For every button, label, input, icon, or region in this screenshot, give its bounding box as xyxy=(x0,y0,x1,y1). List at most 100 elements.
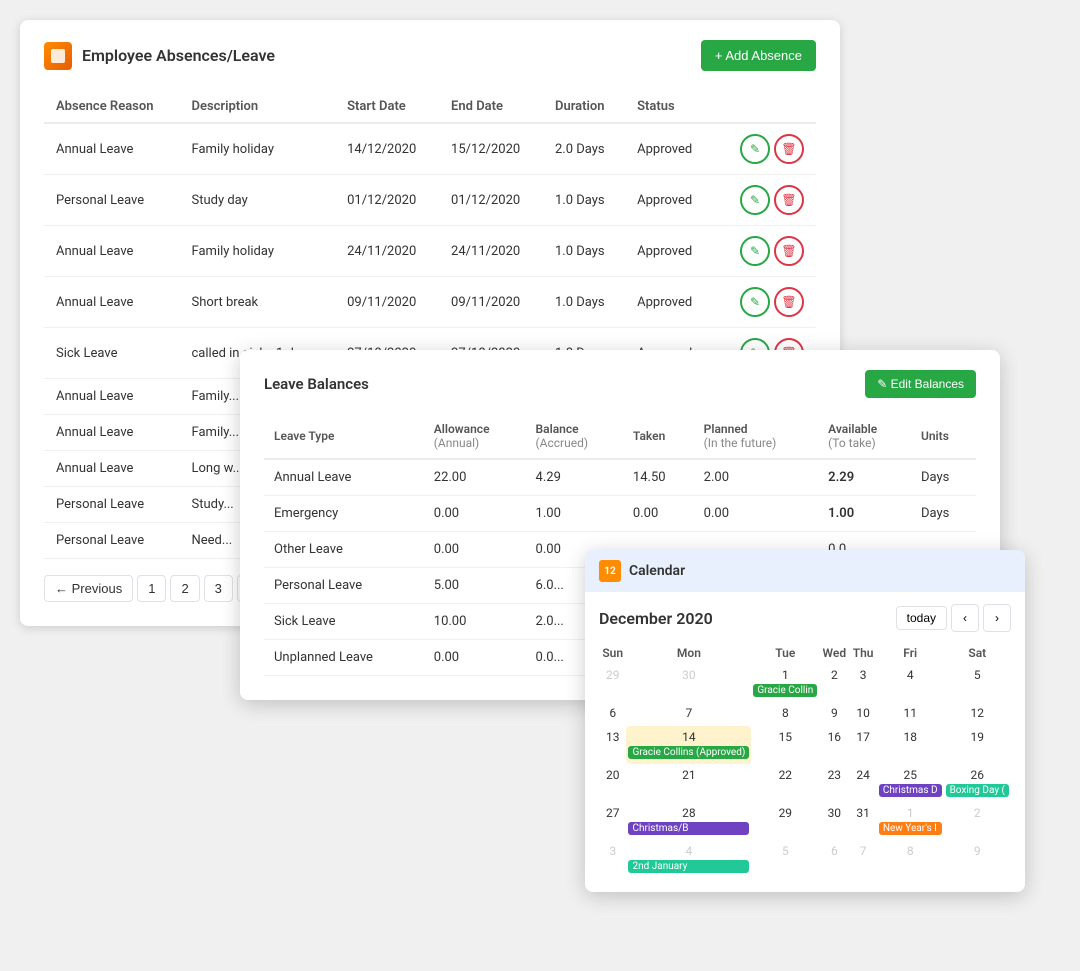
cal-day-header: Mon xyxy=(626,642,751,664)
cal-event[interactable]: 2nd January xyxy=(628,860,749,873)
cell-0: Annual Leave xyxy=(44,379,180,415)
add-absence-button[interactable]: + Add Absence xyxy=(701,40,816,71)
cal-day-cell: 18 xyxy=(877,726,944,764)
cell-5: Approved xyxy=(625,175,713,226)
lb-cell-1: 0.00 xyxy=(424,496,526,532)
cal-day-number: 21 xyxy=(628,768,749,782)
cal-day-number: 15 xyxy=(753,730,817,744)
page-3-button[interactable]: 3 xyxy=(204,575,233,602)
actions-cell: ✎ 🗑 xyxy=(713,277,816,328)
cal-day-cell: 29 xyxy=(751,802,819,840)
cal-day-cell: 13 xyxy=(599,726,626,764)
lb-cell-0: Annual Leave xyxy=(264,459,424,496)
lb-cell-5: 2.29 xyxy=(818,459,911,496)
cell-2: 14/12/2020 xyxy=(335,123,439,175)
cal-day-cell: 10 xyxy=(849,702,877,726)
cal-week-row: 342nd January56789 xyxy=(599,840,1011,878)
edit-button[interactable]: ✎ xyxy=(740,134,770,164)
lb-cell-1: 22.00 xyxy=(424,459,526,496)
cal-day-cell: 12 xyxy=(944,702,1011,726)
cal-event[interactable]: Gracie Collins (Approved) xyxy=(628,746,749,759)
cal-day-number: 30 xyxy=(821,806,847,820)
col-start-date: Start Date xyxy=(335,91,439,123)
lb-col-available: Available (To take) xyxy=(818,414,911,459)
cal-day-cell: 14Gracie Collins (Approved) xyxy=(626,726,751,764)
cal-day-header: Thu xyxy=(849,642,877,664)
calendar-prev-button[interactable]: ‹ xyxy=(951,604,979,632)
cell-0: Personal Leave xyxy=(44,487,180,523)
cal-event[interactable]: Boxing Day ( xyxy=(946,784,1009,797)
cal-event[interactable]: Christmas D xyxy=(879,784,942,797)
cal-day-cell: 3 xyxy=(599,840,626,878)
cell-1: Family holiday xyxy=(180,226,336,277)
col-description: Description xyxy=(180,91,336,123)
cal-day-cell: 23 xyxy=(819,764,849,802)
cal-day-number: 27 xyxy=(601,806,624,820)
cal-week-row: 202122232425Christmas D26Boxing Day ( xyxy=(599,764,1011,802)
col-end-date: End Date xyxy=(439,91,543,123)
cal-day-cell: 1New Year's l xyxy=(877,802,944,840)
cell-4: 1.0 Days xyxy=(543,226,625,277)
calendar-nav: December 2020 today ‹ › xyxy=(599,604,1011,632)
cell-0: Personal Leave xyxy=(44,175,180,226)
cal-day-cell: 30 xyxy=(819,802,849,840)
cal-day-cell: 1Gracie Collin xyxy=(751,664,819,702)
calendar-grid: SunMonTueWedThuFriSat 29301Gracie Collin… xyxy=(599,642,1011,878)
lb-cell-6: Days xyxy=(911,459,976,496)
cell-1: Short break xyxy=(180,277,336,328)
lb-cell-0: Unplanned Leave xyxy=(264,640,424,676)
cal-day-number: 9 xyxy=(821,706,847,720)
lb-cell-0: Other Leave xyxy=(264,532,424,568)
cal-event[interactable]: Christmas/B xyxy=(628,822,749,835)
cal-day-header: Sat xyxy=(944,642,1011,664)
cell-4: 1.0 Days xyxy=(543,175,625,226)
edit-balances-button[interactable]: ✎ Edit Balances xyxy=(865,370,976,398)
cal-day-cell: 2 xyxy=(819,664,849,702)
calendar-title: Calendar xyxy=(629,563,685,579)
cal-day-number: 18 xyxy=(879,730,942,744)
cell-0: Annual Leave xyxy=(44,277,180,328)
cal-day-number: 5 xyxy=(946,668,1009,682)
lb-cell-0: Sick Leave xyxy=(264,604,424,640)
delete-button[interactable]: 🗑 xyxy=(774,134,804,164)
lb-cell-0: Personal Leave xyxy=(264,568,424,604)
page-2-button[interactable]: 2 xyxy=(170,575,199,602)
edit-button[interactable]: ✎ xyxy=(740,287,770,317)
lb-col-planned: Planned (In the future) xyxy=(694,414,819,459)
prev-button[interactable]: ← Previous xyxy=(44,575,133,602)
delete-button[interactable]: 🗑 xyxy=(774,185,804,215)
cal-event[interactable]: Gracie Collin xyxy=(753,684,817,697)
cal-day-number: 2 xyxy=(946,806,1009,820)
edit-button[interactable]: ✎ xyxy=(740,236,770,266)
cal-day-header: Sun xyxy=(599,642,626,664)
lb-cell-0: Emergency xyxy=(264,496,424,532)
delete-button[interactable]: 🗑 xyxy=(774,236,804,266)
actions-cell: ✎ 🗑 xyxy=(713,226,816,277)
col-duration: Duration xyxy=(543,91,625,123)
cal-event[interactable]: New Year's l xyxy=(879,822,942,835)
cal-day-header: Fri xyxy=(877,642,944,664)
cal-week-row: 29301Gracie Collin2345 xyxy=(599,664,1011,702)
app-icon xyxy=(44,42,72,70)
delete-button[interactable]: 🗑 xyxy=(774,287,804,317)
calendar-icon: 12 xyxy=(599,560,621,582)
cal-day-cell: 19 xyxy=(944,726,1011,764)
cell-1: Study day xyxy=(180,175,336,226)
cal-day-cell: 2 xyxy=(944,802,1011,840)
cal-day-number: 29 xyxy=(601,668,624,682)
lb-col-balance: Balance (Accrued) xyxy=(526,414,623,459)
lb-col-type: Leave Type xyxy=(264,414,424,459)
cal-week-row: 1314Gracie Collins (Approved)1516171819 xyxy=(599,726,1011,764)
calendar-next-button[interactable]: › xyxy=(983,604,1011,632)
cal-day-number: 16 xyxy=(821,730,847,744)
page-1-button[interactable]: 1 xyxy=(137,575,166,602)
edit-button[interactable]: ✎ xyxy=(740,185,770,215)
calendar-header-bar: 12 Calendar xyxy=(585,550,1025,592)
cell-4: 2.0 Days xyxy=(543,123,625,175)
calendar-today-button[interactable]: today xyxy=(896,606,947,630)
cal-day-header: Tue xyxy=(751,642,819,664)
calendar-month-label: December 2020 xyxy=(599,609,713,628)
cal-day-number: 24 xyxy=(851,768,875,782)
cal-day-cell: 8 xyxy=(751,702,819,726)
cal-week-row: 2728Christmas/B2930311New Year's l2 xyxy=(599,802,1011,840)
